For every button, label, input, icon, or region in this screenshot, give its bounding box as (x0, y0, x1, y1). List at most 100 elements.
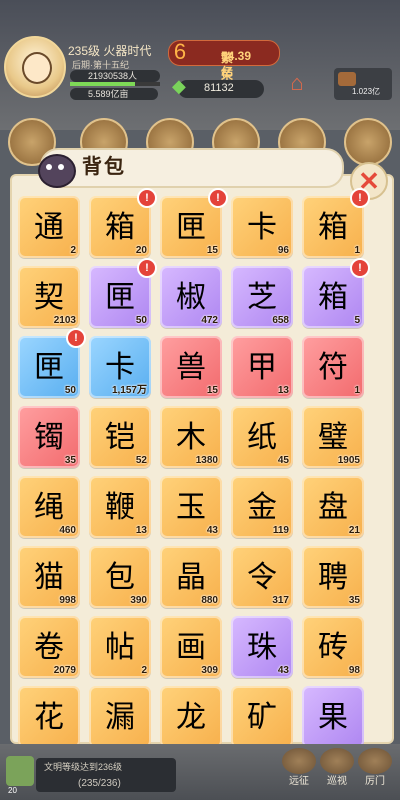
inventory-slot[interactable]: 兽 15 (160, 336, 222, 398)
inventory-slot[interactable]: 矿 (231, 686, 293, 748)
card-pack-icon: 卡 (247, 211, 277, 244)
paint-palette-icon: 画 (176, 631, 206, 664)
item-count: 2 (141, 665, 147, 676)
alert-badge-icon: ! (66, 328, 86, 348)
menu-icon-6[interactable] (344, 118, 392, 166)
inventory-slot[interactable]: 箱 20! (89, 188, 157, 258)
nav-gate[interactable]: 厉门 (355, 772, 395, 787)
item-count: 658 (272, 315, 289, 326)
flame-icon: 6 (173, 39, 187, 64)
mascot-eye-right (58, 164, 64, 170)
inventory-slot[interactable]: 花 (18, 686, 80, 748)
alert-badge-icon: ! (350, 188, 370, 208)
inventory-slot[interactable]: 聘 35 (302, 546, 364, 608)
item-count: 1 (354, 245, 360, 256)
prosperity-badge[interactable]: 6 繁荣 54.39亿 (168, 39, 280, 82)
inventory-slot[interactable]: 镯 35 (18, 406, 80, 468)
inventory-slot[interactable]: 甲 13 (231, 336, 293, 398)
inventory-slot[interactable]: 椒 472 (160, 266, 222, 328)
gate-icon[interactable] (358, 748, 392, 774)
inventory-slot[interactable]: 砖 98 (302, 616, 364, 678)
item-count: 880 (201, 595, 218, 606)
treasure-chest-gold-icon: 箱 (105, 211, 135, 244)
inventory-slot[interactable]: 果 (302, 686, 364, 748)
item-grid: 通 2 箱 20! 匣 15! 卡 96 箱 1! 契 2103 匣 50! 椒 472 芝 658 箱 5! 匣 50!… (18, 188, 382, 748)
paper-sheets-icon: 纸 (247, 421, 277, 454)
gem-counter[interactable]: ◆ 81132 (172, 76, 264, 98)
quest-progress: (235/236) (78, 778, 121, 789)
item-count: 5 (354, 315, 360, 326)
resource-box[interactable]: 1.023亿 (334, 68, 392, 100)
inventory-slot[interactable]: 箱 5! (302, 258, 370, 328)
item-count: 45 (277, 455, 289, 466)
quest-tracker[interactable]: 文明等级达到236级 (235/236) (36, 758, 176, 792)
inventory-slot[interactable]: 通2 (18, 196, 80, 258)
inventory-slot[interactable]: 鞭 13 (89, 476, 151, 538)
player-avatar[interactable] (4, 36, 66, 98)
item-count: 98 (348, 665, 360, 676)
lingzhi-mushroom-icon: 芝 (247, 281, 277, 314)
inventory-slot[interactable]: 铠 52 (89, 406, 151, 468)
nav-expedition[interactable]: 远征 (279, 772, 319, 787)
inventory-slot[interactable]: 木 1380 (160, 406, 222, 468)
inventory-slot[interactable]: 盘 21 (302, 476, 364, 538)
gear-amulet-icon: 符 (318, 351, 348, 384)
inventory-slot[interactable]: 帖2 (89, 616, 151, 678)
quest-icon[interactable] (6, 756, 34, 786)
inventory-slot[interactable]: 龙 (160, 686, 222, 748)
item-count: 13 (277, 385, 289, 396)
inventory-slot[interactable]: 匣 15! (160, 188, 228, 258)
avatar-face (22, 52, 52, 84)
whip-icon: 鞭 (105, 491, 135, 524)
chest-blue-icon: 箱 (318, 211, 348, 244)
inventory-slot[interactable]: 璧 1905 (302, 406, 364, 468)
inventory-slot[interactable]: 绳 460 (18, 476, 80, 538)
expedition-icon[interactable] (282, 748, 316, 774)
item-count: 35 (64, 455, 76, 466)
dark-ore-icon: 矿 (247, 701, 277, 734)
item-count: 998 (59, 595, 76, 606)
jade-beast-icon: 兽 (176, 351, 206, 384)
bronze-compass-icon: 盘 (318, 491, 348, 524)
inventory-slot[interactable]: 契 2103 (18, 266, 80, 328)
inventory-slot[interactable]: 猫 998 (18, 546, 80, 608)
inventory-slot[interactable]: 卡 96 (231, 196, 293, 258)
item-count: 50 (135, 315, 147, 326)
mascot-eye-left (46, 164, 52, 170)
alert-badge-icon: ! (350, 258, 370, 278)
inventory-slot[interactable]: 包 390 (89, 546, 151, 608)
armor-plates-icon: 甲 (247, 351, 277, 384)
alert-badge-icon: ! (208, 188, 228, 208)
item-count: 1380 (195, 455, 218, 466)
nav-patrol[interactable]: 巡视 (317, 772, 357, 787)
inventory-slot[interactable]: 符1 (302, 336, 364, 398)
jade-bracelet-icon: 镯 (34, 421, 64, 454)
inventory-slot[interactable]: 玉 43 (160, 476, 222, 538)
inventory-slot[interactable]: 卡 1,157万 (89, 336, 151, 398)
gem-icon: ◆ (172, 76, 186, 96)
inventory-slot[interactable]: 漏 (89, 686, 151, 748)
item-count: 1905 (337, 455, 360, 466)
seal-token-icon: 令 (247, 561, 277, 594)
golden-armor-icon: 铠 (105, 421, 135, 454)
inventory-slot[interactable]: 纸 45 (231, 406, 293, 468)
stone-bricks-icon: 砖 (318, 631, 348, 664)
dragon-ornament-icon: 龙 (176, 701, 206, 734)
inventory-slot[interactable]: 卷 2079 (18, 616, 80, 678)
inventory-slot[interactable]: 芝 658 (231, 266, 293, 328)
inventory-slot[interactable]: 珠 43 (231, 616, 293, 678)
house-icon[interactable]: ⌂ (282, 70, 312, 96)
gem-value: 81132 (204, 82, 234, 94)
chest-silver-icon: 匣 (105, 281, 135, 314)
inventory-slot[interactable]: 画 309 (160, 616, 222, 678)
inventory-slot[interactable]: 令 317 (231, 546, 293, 608)
cat-statue-icon: 猫 (34, 561, 64, 594)
alert-badge-icon: ! (137, 188, 157, 208)
inventory-slot[interactable]: 箱 1! (302, 188, 370, 258)
inventory-slot[interactable]: 金 119 (231, 476, 293, 538)
steamed-bun-icon: 包 (105, 561, 135, 594)
inventory-slot[interactable]: 匣 50! (18, 328, 86, 398)
inventory-slot[interactable]: 匣 50! (89, 258, 157, 328)
patrol-icon[interactable] (320, 748, 354, 774)
inventory-slot[interactable]: 晶 880 (160, 546, 222, 608)
